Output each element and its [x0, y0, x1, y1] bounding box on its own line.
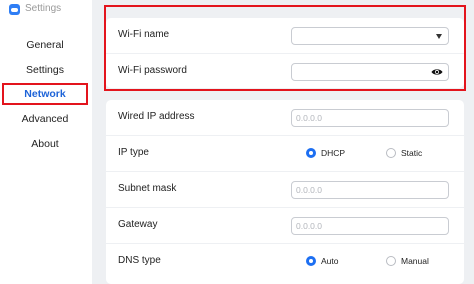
ip-type-dhcp-label[interactable]: DHCP [321, 148, 345, 158]
ip-type-label: IP type [118, 147, 149, 158]
window-title: Settings [25, 3, 62, 14]
ip-type-static-option[interactable]: Static [386, 148, 422, 158]
ip-type-static-radio[interactable] [386, 148, 396, 158]
ip-type-static-label[interactable]: Static [401, 148, 422, 158]
subnet-placeholder: 0.0.0.0 [296, 185, 322, 195]
main-panel: Wi-Fi name Wi-Fi password Wired IP addre… [92, 0, 474, 284]
dns-type-manual-radio[interactable] [386, 256, 396, 266]
dns-type-row: DNS type Auto Manual [106, 244, 464, 280]
app-icon [9, 4, 20, 15]
dns-type-auto-label[interactable]: Auto [321, 256, 339, 266]
subnet-field[interactable]: 0.0.0.0 [291, 181, 449, 199]
sidebar-item-about[interactable]: About [2, 133, 88, 155]
wired-ip-placeholder: 0.0.0.0 [296, 113, 322, 123]
dns-type-manual-option[interactable]: Manual [386, 256, 429, 266]
ip-type-dhcp-option[interactable]: DHCP [306, 148, 345, 158]
gateway-label: Gateway [118, 219, 158, 230]
dns-type-auto-radio[interactable] [306, 256, 316, 266]
subnet-row: Subnet mask 0.0.0.0 [106, 172, 464, 208]
dns-type-manual-label[interactable]: Manual [401, 256, 429, 266]
wifi-highlight-box [104, 5, 466, 91]
wired-ip-field[interactable]: 0.0.0.0 [291, 109, 449, 127]
sidebar-item-settings[interactable]: Settings [2, 59, 88, 81]
wired-ip-label: Wired IP address [118, 111, 195, 122]
sidebar: General Settings Network Advanced About [0, 20, 92, 284]
gateway-field[interactable]: 0.0.0.0 [291, 217, 449, 235]
gateway-row: Gateway 0.0.0.0 [106, 208, 464, 244]
subnet-label: Subnet mask [118, 183, 177, 194]
dns-type-auto-option[interactable]: Auto [306, 256, 339, 266]
dns-type-label: DNS type [118, 255, 161, 266]
sidebar-item-network[interactable]: Network [2, 83, 88, 105]
wired-ip-row: Wired IP address 0.0.0.0 [106, 100, 464, 136]
sidebar-item-advanced[interactable]: Advanced [2, 108, 88, 130]
sidebar-item-general[interactable]: General [2, 34, 88, 56]
ip-type-dhcp-radio[interactable] [306, 148, 316, 158]
ip-type-row: IP type DHCP Static [106, 136, 464, 172]
gateway-placeholder: 0.0.0.0 [296, 221, 322, 231]
network-card: Wired IP address 0.0.0.0 IP type DHCP St… [106, 100, 464, 284]
settings-window: Settings General Settings Network Advanc… [0, 0, 474, 284]
